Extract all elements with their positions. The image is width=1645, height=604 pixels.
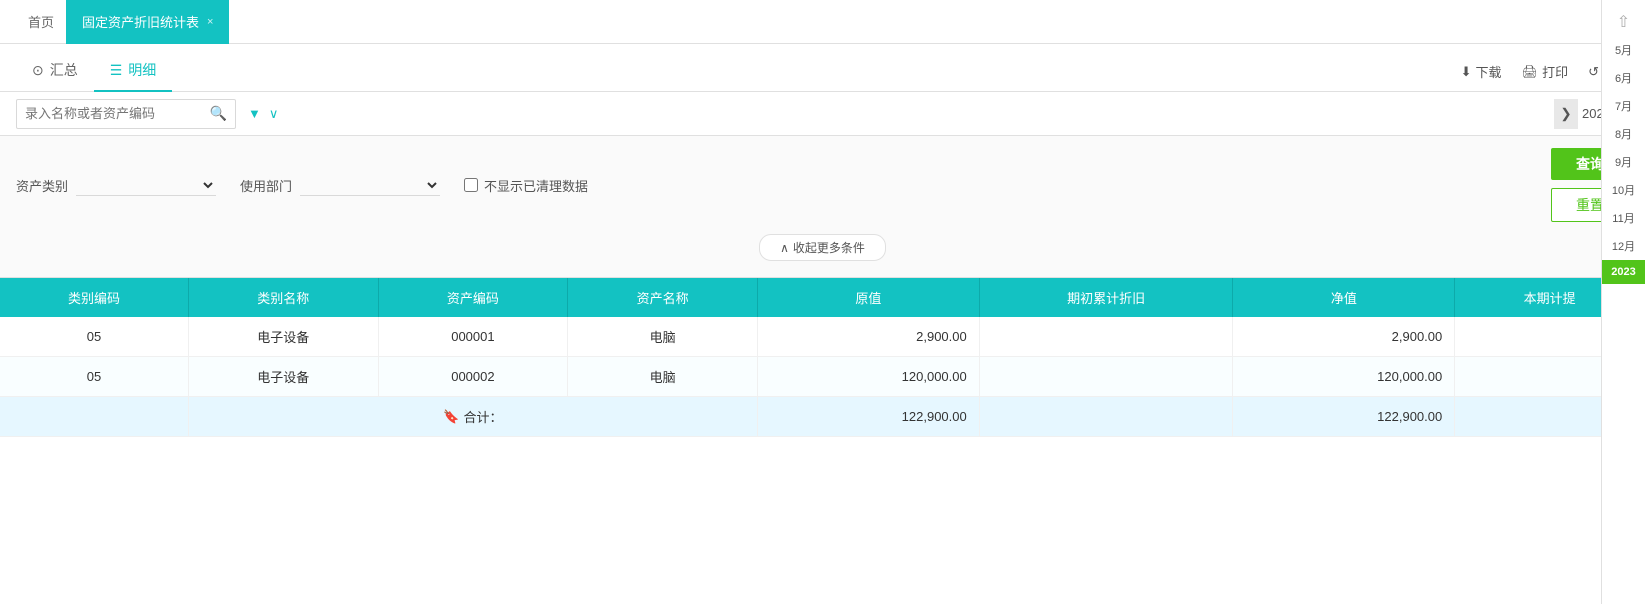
collapse-icon: ∧ — [780, 241, 789, 255]
refresh-icon: ↺ — [1588, 64, 1599, 80]
exclude-cleared-checkbox[interactable] — [464, 178, 478, 192]
cell-asset-name: 电脑 — [568, 317, 758, 357]
filter-icon: ▼ — [248, 106, 261, 121]
col-header-code: 类别编码 — [0, 278, 188, 317]
total-icon: 🔖 — [443, 409, 459, 425]
nav-tab-close[interactable]: × — [207, 16, 213, 28]
month-scroll-up[interactable]: ⇧ — [1617, 8, 1630, 36]
top-nav: 首页 固定资产折旧统计表 × ✕ — [0, 0, 1645, 44]
more-conditions-button[interactable]: ▼ ∨ — [248, 106, 278, 122]
month-7[interactable]: 7月 — [1602, 92, 1645, 120]
cell-asset-name: 电脑 — [568, 357, 758, 397]
total-label: 合计： — [464, 407, 503, 426]
search-input-wrap[interactable]: 🔍 — [16, 99, 236, 129]
cell-name: 电子设备 — [188, 357, 378, 397]
col-header-name: 类别名称 — [188, 278, 378, 317]
col-header-net: 净值 — [1233, 278, 1455, 317]
year-badge[interactable]: 2023 — [1602, 260, 1645, 284]
cell-net: 2,900.00 — [1233, 317, 1455, 357]
exclude-cleared-field: 不显示已清理数据 — [464, 176, 588, 195]
data-table-wrap: 类别编码 类别名称 资产编码 资产名称 原值 期初累计折旧 净值 本期计提 05… — [0, 278, 1645, 604]
detail-icon: ☰ — [110, 62, 123, 79]
col-header-accum: 期初累计折旧 — [979, 278, 1233, 317]
col-header-original: 原值 — [757, 278, 979, 317]
asset-type-field: 资产类别 — [16, 174, 216, 196]
summary-icon: ⊙ — [32, 62, 44, 79]
cell-original: 2,900.00 — [757, 317, 979, 357]
cell-original: 120,000.00 — [757, 357, 979, 397]
table-header-row: 类别编码 类别名称 资产编码 资产名称 原值 期初累计折旧 净值 本期计提 — [0, 278, 1645, 317]
tab-summary[interactable]: ⊙ 汇总 — [16, 60, 94, 92]
collapse-button[interactable]: ∧ 收起更多条件 — [759, 234, 886, 261]
month-6[interactable]: 6月 — [1602, 64, 1645, 92]
month-10[interactable]: 10月 — [1602, 176, 1645, 204]
col-header-asset-code: 资产编码 — [378, 278, 568, 317]
search-icon[interactable]: 🔍 — [210, 105, 227, 122]
month-9[interactable]: 9月 — [1602, 148, 1645, 176]
asset-type-select[interactable] — [76, 174, 216, 196]
tab-summary-label: 汇总 — [50, 60, 78, 80]
total-cell — [0, 397, 188, 437]
total-net: 122,900.00 — [1233, 397, 1455, 437]
data-table: 类别编码 类别名称 资产编码 资产名称 原值 期初累计折旧 净值 本期计提 05… — [0, 278, 1645, 437]
tab-detail[interactable]: ☰ 明细 — [94, 60, 173, 92]
month-12[interactable]: 12月 — [1602, 232, 1645, 260]
adv-filter-row: 资产类别 使用部门 不显示已清理数据 查询 重置 — [16, 148, 1629, 222]
total-label-cell: 🔖 合计： — [188, 397, 757, 437]
print-button[interactable]: 🖨 打印 — [1522, 62, 1569, 81]
cell-name: 电子设备 — [188, 317, 378, 357]
cell-asset-code: 000001 — [378, 317, 568, 357]
collapse-label: 收起更多条件 — [793, 239, 865, 256]
col-header-asset-name: 资产名称 — [568, 278, 758, 317]
month-sidebar: ⇧ 5月 6月 7月 8月 9月 10月 11月 12月 2023 — [1601, 0, 1645, 604]
cell-code: 05 — [0, 317, 188, 357]
nav-home[interactable]: 首页 — [16, 12, 66, 31]
download-icon: ⬇ — [1461, 64, 1472, 80]
asset-type-label: 资产类别 — [16, 176, 68, 195]
filter-bar: 🔍 ▼ ∨ ❯ 2023.01 — [0, 92, 1645, 136]
download-label: 下载 — [1476, 62, 1502, 81]
cell-accum — [979, 357, 1233, 397]
total-original: 122,900.00 — [757, 397, 979, 437]
total-accum — [979, 397, 1233, 437]
date-prev-button[interactable]: ❯ — [1554, 99, 1578, 129]
nav-tab-label: 固定资产折旧统计表 — [82, 12, 199, 31]
department-field: 使用部门 — [240, 174, 440, 196]
print-icon: 🖨 — [1522, 64, 1539, 80]
department-label: 使用部门 — [240, 176, 292, 195]
collapse-bar: ∧ 收起更多条件 — [16, 230, 1629, 265]
nav-active-tab[interactable]: 固定资产折旧统计表 × — [66, 0, 229, 44]
chevron-down-icon: ∨ — [269, 106, 279, 122]
table-row: 05 电子设备 000001 电脑 2,900.00 2,900.00 — [0, 317, 1645, 357]
cell-net: 120,000.00 — [1233, 357, 1455, 397]
department-select[interactable] — [300, 174, 440, 196]
exclude-cleared-label: 不显示已清理数据 — [484, 176, 588, 195]
month-8[interactable]: 8月 — [1602, 120, 1645, 148]
sub-tab-bar: ⊙ 汇总 ☰ 明细 ⬇ 下载 🖨 打印 ↺ 刷新 — [0, 44, 1645, 92]
total-row: 🔖 合计： 122,900.00 122,900.00 — [0, 397, 1645, 437]
print-label: 打印 — [1542, 62, 1568, 81]
month-11[interactable]: 11月 — [1602, 204, 1645, 232]
table-row: 05 电子设备 000002 电脑 120,000.00 120,000.00 — [0, 357, 1645, 397]
month-5[interactable]: 5月 — [1602, 36, 1645, 64]
cell-asset-code: 000002 — [378, 357, 568, 397]
cell-code: 05 — [0, 357, 188, 397]
tab-detail-label: 明细 — [128, 60, 156, 80]
cell-accum — [979, 317, 1233, 357]
advanced-filter-panel: 资产类别 使用部门 不显示已清理数据 查询 重置 ∧ 收起更多条件 — [0, 136, 1645, 278]
download-button[interactable]: ⬇ 下载 — [1461, 62, 1502, 81]
search-input[interactable] — [25, 106, 206, 121]
